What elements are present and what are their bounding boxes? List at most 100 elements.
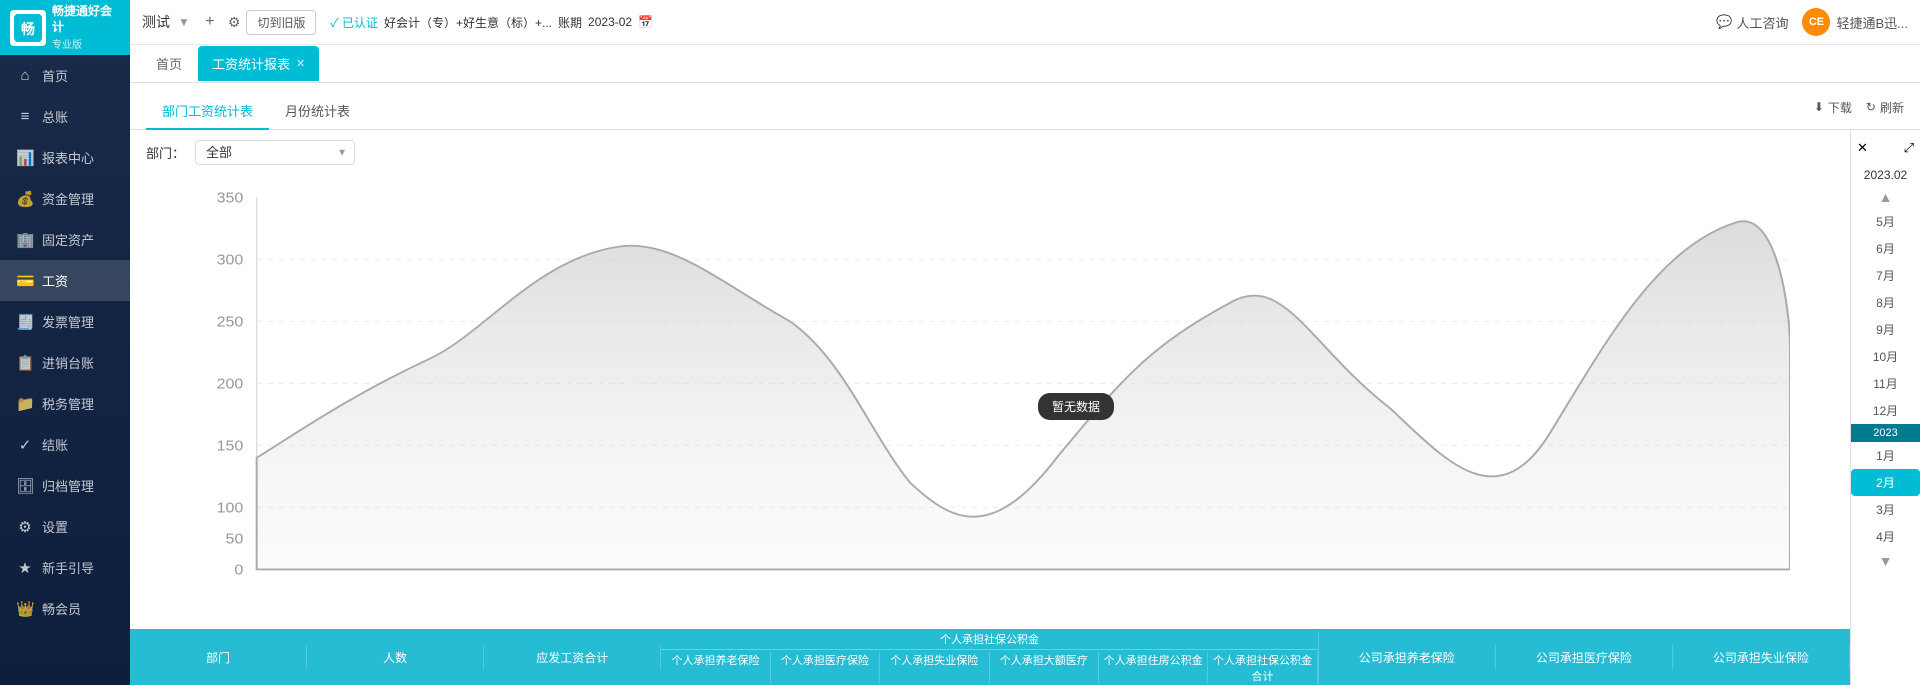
month-9[interactable]: 9月 — [1851, 316, 1920, 343]
col-medical: 个人承担医疗保险 — [771, 652, 880, 684]
add-button[interactable]: + — [198, 10, 222, 34]
sidebar-item-assets[interactable]: 🏢 固定资产 — [0, 219, 130, 260]
month-10[interactable]: 10月 — [1851, 343, 1920, 370]
switch-view-button[interactable]: 切到旧版 — [246, 10, 316, 35]
month-6[interactable]: 6月 — [1851, 235, 1920, 262]
sidebar-item-label: 固定资产 — [42, 230, 94, 249]
header-title: 测试 — [142, 12, 170, 32]
sidebar-item-label: 进销台账 — [42, 353, 94, 372]
col-comp-unemployment: 公司承担失业保险 — [1673, 645, 1850, 670]
tax-icon: 📁 — [16, 395, 34, 413]
month-2023-3[interactable]: 3月 — [1851, 496, 1920, 523]
expand-panel-icon[interactable]: ⤢ — [1904, 140, 1914, 156]
content-area: 部门工资统计表 月份统计表 ⬇ 下载 ↻ 刷新 部门： — [130, 83, 1920, 685]
sidebar-item-reports[interactable]: 📊 报表中心 — [0, 137, 130, 178]
sidebar-nav: ⌂ 首页 ≡ 总账 📊 报表中心 💰 资金管理 🏢 固定资产 💳 工资 🧾 发票… — [0, 55, 130, 685]
sidebar-item-funds[interactable]: 💰 资金管理 — [0, 178, 130, 219]
dept-select[interactable]: 全部 财务部 技术部 行政部 销售部 — [195, 140, 355, 165]
right-date-panel: ✕ ⤢ 2023.02 ▲ 5月 6月 7月 8月 9月 — [1850, 130, 1920, 685]
month-2023-2[interactable]: 2月 — [1851, 469, 1920, 496]
sidebar-item-ledger[interactable]: ≡ 总账 — [0, 96, 130, 137]
consult-label: 人工咨询 — [1736, 13, 1788, 32]
certified-badge: ✓ 已认证 — [330, 14, 378, 31]
header-right: 💬 人工咨询 CE 轻捷通B迅... — [1716, 8, 1908, 36]
svg-text:200: 200 — [217, 376, 244, 392]
date-nav-down[interactable]: ▼ — [1876, 550, 1896, 572]
tab-salary-stats[interactable]: 工资统计报表 ✕ — [198, 46, 319, 81]
salary-icon: 💳 — [16, 272, 34, 290]
svg-text:350: 350 — [217, 190, 244, 206]
col-housing: 个人承担住房公积金 — [1099, 652, 1208, 684]
refresh-button[interactable]: ↻ 刷新 — [1866, 99, 1904, 116]
dept-select-wrap: 全部 财务部 技术部 行政部 销售部 — [195, 140, 355, 165]
table-col-dept: 部门 — [130, 645, 307, 670]
sidebar-item-sales[interactable]: 📋 进销台账 — [0, 342, 130, 383]
month-7[interactable]: 7月 — [1851, 262, 1920, 289]
download-button[interactable]: ⬇ 下载 — [1814, 99, 1852, 116]
archive-icon: 🗄 — [16, 477, 34, 495]
sidebar-item-label: 工资 — [42, 271, 68, 290]
month-12[interactable]: 12月 — [1851, 397, 1920, 424]
period-label: 账期 — [558, 14, 582, 31]
table-group-personal: 个人承担社保公积金 个人承担养老保险 个人承担医疗保险 个人承担失业保险 — [661, 631, 1318, 684]
header-dropdown-icon[interactable]: ▼ — [178, 15, 190, 29]
sidebar-item-home[interactable]: ⌂ 首页 — [0, 55, 130, 96]
col-pension: 个人承担养老保险 — [661, 652, 770, 684]
status-tags: 好会计（专）+好生意（标）+... — [384, 14, 552, 31]
avatar: CE — [1802, 8, 1830, 36]
guide-icon: ★ — [16, 559, 34, 577]
sidebar: 畅 畅捷通好会计 专业版 ⌂ 首页 ≡ 总账 📊 报表中心 💰 资金管理 🏢 固… — [0, 0, 130, 685]
home-icon: ⌂ — [16, 67, 34, 84]
sidebar-item-settle[interactable]: ✓ 结账 — [0, 424, 130, 465]
sidebar-item-label: 报表中心 — [42, 148, 94, 167]
tab-bar: 首页 工资统计报表 ✕ — [130, 45, 1920, 83]
month-2023-4[interactable]: 4月 — [1851, 523, 1920, 550]
sidebar-item-guide[interactable]: ★ 新手引导 — [0, 547, 130, 588]
svg-text:50: 50 — [226, 531, 244, 547]
sub-tab-dept[interactable]: 部门工资统计表 — [146, 93, 269, 130]
header-actions: + ⚙ 切到旧版 — [198, 10, 317, 35]
sidebar-item-label: 归档管理 — [42, 476, 94, 495]
calendar-icon[interactable]: 📅 — [638, 15, 653, 29]
year-2023-marker: 2023 — [1851, 424, 1920, 442]
bottom-table: 部门 人数 应发工资合计 个人承担社保公积金 个人承担养老保险 — [130, 629, 1850, 685]
month-2023-1[interactable]: 1月 — [1851, 442, 1920, 469]
svg-text:250: 250 — [217, 314, 244, 330]
sidebar-item-invoices[interactable]: 🧾 发票管理 — [0, 301, 130, 342]
month-5[interactable]: 5月 — [1851, 208, 1920, 235]
tab-close-icon[interactable]: ✕ — [296, 57, 305, 70]
sidebar-item-label: 发票管理 — [42, 312, 94, 331]
panel-controls: ✕ ⤢ — [1851, 136, 1920, 160]
consult-button[interactable]: 💬 人工咨询 — [1716, 13, 1788, 32]
sidebar-item-salary[interactable]: 💳 工资 — [0, 260, 130, 301]
settings-gear-icon[interactable]: ⚙ — [228, 14, 241, 31]
sales-icon: 📋 — [16, 354, 34, 372]
col-comp-medical: 公司承担医疗保险 — [1496, 645, 1673, 670]
sidebar-item-vip[interactable]: 👑 畅会员 — [0, 588, 130, 629]
svg-text:100: 100 — [217, 500, 244, 516]
sidebar-item-label: 资金管理 — [42, 189, 94, 208]
settings-icon: ⚙ — [16, 518, 34, 536]
sidebar-logo: 畅 畅捷通好会计 专业版 — [0, 0, 130, 55]
date-nav-up[interactable]: ▲ — [1876, 186, 1896, 208]
refresh-icon: ↻ — [1866, 100, 1876, 114]
month-11[interactable]: 11月 — [1851, 370, 1920, 397]
sidebar-item-label: 首页 — [42, 66, 68, 85]
logo-subtitle: 专业版 — [52, 36, 120, 51]
dept-filter-label: 部门： — [146, 143, 185, 162]
tab-home[interactable]: 首页 — [142, 46, 196, 81]
download-icon: ⬇ — [1814, 100, 1824, 114]
sidebar-item-archive[interactable]: 🗄 归档管理 — [0, 465, 130, 506]
assets-icon: 🏢 — [16, 231, 34, 249]
header: 测试 ▼ + ⚙ 切到旧版 ✓ 已认证 好会计（专）+好生意（标）+... 账期… — [130, 0, 1920, 45]
col-social-total: 个人承担社保公积金合计 — [1208, 652, 1317, 684]
close-panel-icon[interactable]: ✕ — [1857, 140, 1868, 156]
sidebar-item-settings[interactable]: ⚙ 设置 — [0, 506, 130, 547]
sidebar-item-label: 总账 — [42, 107, 68, 126]
reports-icon: 📊 — [16, 149, 34, 167]
sidebar-item-tax[interactable]: 📁 税务管理 — [0, 383, 130, 424]
month-8[interactable]: 8月 — [1851, 289, 1920, 316]
main-area: 测试 ▼ + ⚙ 切到旧版 ✓ 已认证 好会计（专）+好生意（标）+... 账期… — [130, 0, 1920, 685]
sub-tab-month[interactable]: 月份统计表 — [269, 93, 366, 130]
tab-salary-label: 工资统计报表 — [212, 54, 290, 73]
